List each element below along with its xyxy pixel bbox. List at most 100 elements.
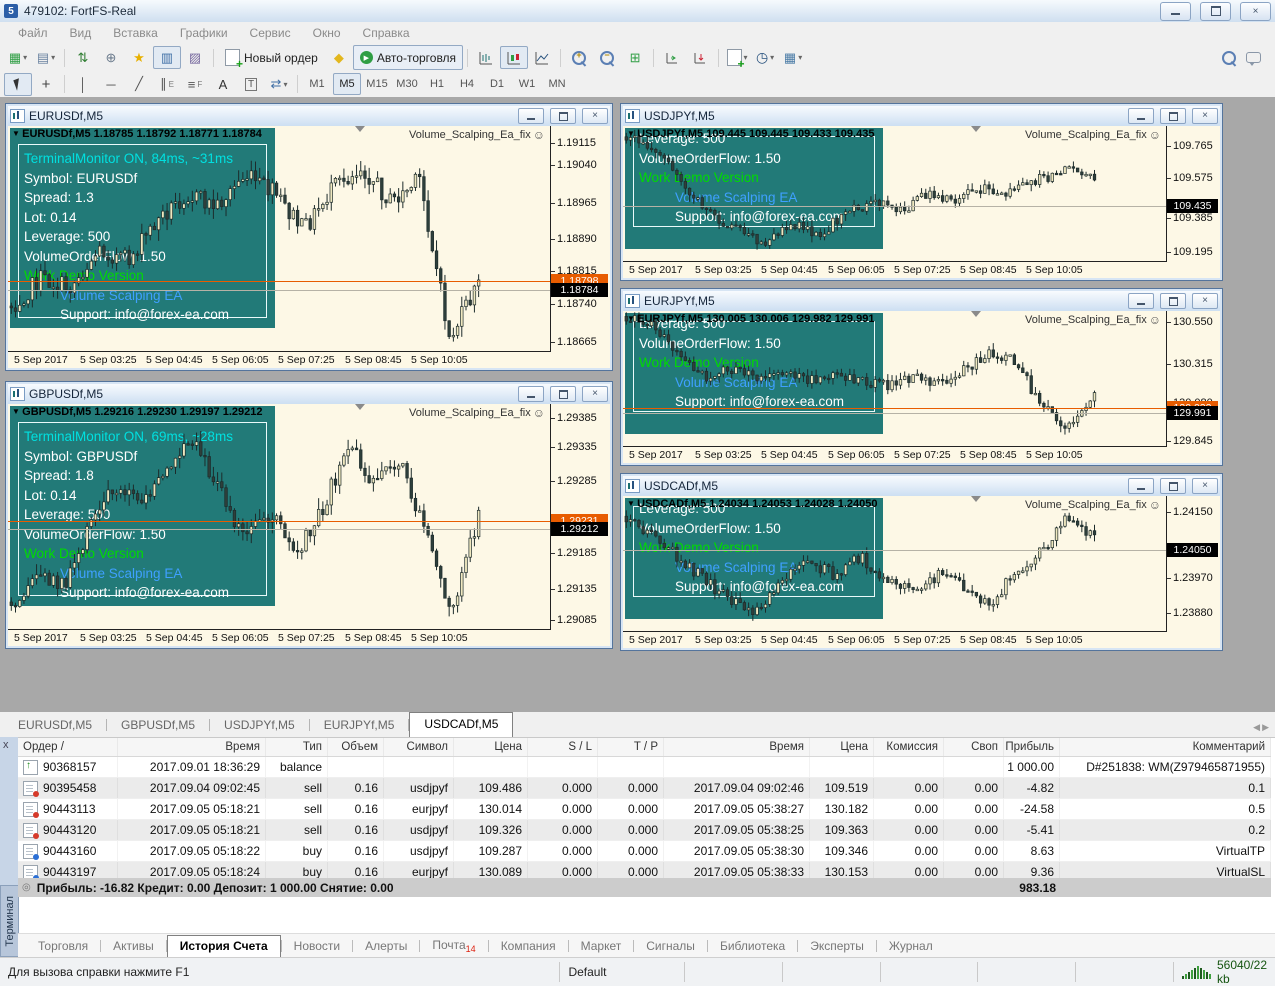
ea-label[interactable]: Volume_Scalping_Ea_fix ☺ <box>1025 313 1161 327</box>
chart-plot-gbpusdf[interactable]: TerminalMonitor ON, 69ms, ~28ms Symbol: G… <box>8 404 551 630</box>
menu-Справка[interactable]: Справка <box>353 24 420 42</box>
history-row-90368157[interactable]: 903681572017.09.01 18:36:29balance 1 000.… <box>18 757 1271 778</box>
chart-restore-button[interactable] <box>1160 478 1186 494</box>
ea-label[interactable]: Volume_Scalping_Ea_fix ☺ <box>409 406 545 420</box>
tab-scroll-left-icon[interactable]: ◀ <box>1253 722 1260 733</box>
autotrade-button[interactable]: ▶ Авто-торговля <box>352 45 464 70</box>
chart-restore-button[interactable] <box>550 386 576 402</box>
column-header[interactable]: Объем <box>328 738 384 756</box>
data-window-button[interactable]: ▨ <box>181 46 209 69</box>
zoom-out-button[interactable]: − <box>593 46 621 69</box>
chart-restore-button[interactable] <box>550 108 576 124</box>
chart-plot-usdjpyf[interactable]: Leverage: 500 VolumeOrderFlow: 1.50 Work D… <box>623 126 1167 262</box>
column-header[interactable]: T / P <box>598 738 664 756</box>
symbols-button[interactable]: ⇅ <box>69 46 97 69</box>
history-row-90443160[interactable]: 90443160 2017.09.05 05:18:22 buy 0.16 usdjpy… <box>18 841 1271 862</box>
chart-restore-button[interactable] <box>1160 293 1186 309</box>
terminal-tab-почта[interactable]: Почта14 <box>420 935 487 957</box>
tile-windows-button[interactable]: ⊞ <box>621 46 649 69</box>
menu-Вставка[interactable]: Вставка <box>103 24 168 42</box>
history-row-90443120[interactable]: 90443120 2017.09.05 05:18:21 sell 0.16 usdjp… <box>18 820 1271 841</box>
terminal-tab-эксперты[interactable]: Эксперты <box>798 936 876 956</box>
menu-Файл[interactable]: Файл <box>8 24 58 42</box>
chart-window-titlebar[interactable]: GBPUSDf,M5 × <box>8 384 610 404</box>
period-button-M1[interactable]: M1 <box>303 73 331 95</box>
chart-plot-usdcadf[interactable]: Leverage: 500 VolumeOrderFlow: 1.50 Work D… <box>623 496 1167 632</box>
market-watch-button[interactable]: ▥ <box>153 46 181 69</box>
candlestick-chart-button[interactable] <box>500 46 529 69</box>
history-row-90443113[interactable]: 90443113 2017.09.05 05:18:21 sell 0.16 eurjp… <box>18 799 1271 820</box>
line-chart-button[interactable] <box>528 46 556 69</box>
period-button-M30[interactable]: M30 <box>393 73 421 95</box>
period-button-M5[interactable]: M5 <box>333 73 361 95</box>
terminal-vertical-tab[interactable]: Терминал <box>0 885 19 957</box>
close-button[interactable]: × <box>1240 1 1271 21</box>
chart-minimize-button[interactable] <box>1128 293 1154 309</box>
ea-label[interactable]: Volume_Scalping_Ea_fix ☺ <box>1025 128 1161 142</box>
chart-minimize-button[interactable] <box>518 108 544 124</box>
trend-line-button[interactable]: ╱ <box>125 73 153 96</box>
column-header[interactable]: Время <box>118 738 266 756</box>
chart-tab-usdjpyfm5[interactable]: USDJPYf,M5 <box>210 714 309 737</box>
templates-button[interactable]: ▦ ▾ <box>779 46 807 69</box>
channel-button[interactable]: ∥ E <box>153 73 181 96</box>
chart-tab-gbpusdfm5[interactable]: GBPUSDf,M5 <box>107 714 209 737</box>
ea-label[interactable]: Volume_Scalping_Ea_fix ☺ <box>1025 498 1161 512</box>
arrows-button[interactable]: ⇄ ▾ <box>265 73 293 96</box>
chart-window-titlebar[interactable]: EURJPYf,M5 × <box>623 291 1220 311</box>
terminal-tab-библиотека[interactable]: Библиотека <box>708 936 797 956</box>
favorites-button[interactable]: ★ <box>125 46 153 69</box>
metaeditor-button[interactable]: ◆ <box>325 46 353 69</box>
period-button-H1[interactable]: H1 <box>423 73 451 95</box>
zoom-in-button[interactable]: + <box>565 46 593 69</box>
period-button-M15[interactable]: M15 <box>363 73 391 95</box>
terminal-tab-алерты[interactable]: Алерты <box>353 936 419 956</box>
history-row-90395458[interactable]: 90395458 2017.09.04 09:02:45 sell 0.16 usdjp… <box>18 778 1271 799</box>
crosshair-target-button[interactable]: ⊕ <box>97 46 125 69</box>
ea-label[interactable]: Volume_Scalping_Ea_fix ☺ <box>409 128 545 142</box>
chart-minimize-button[interactable] <box>518 386 544 402</box>
chart-tab-eurjpyfm5[interactable]: EURJPYf,M5 <box>310 714 409 737</box>
period-button-W1[interactable]: W1 <box>513 73 541 95</box>
period-button-D1[interactable]: D1 <box>483 73 511 95</box>
menu-Вид[interactable]: Вид <box>60 24 102 42</box>
terminal-tab-журнал[interactable]: Журнал <box>877 936 945 956</box>
chart-tab-usdcadfm5[interactable]: USDCADf,M5 <box>409 712 514 737</box>
tab-scroll-right-icon[interactable]: ▶ <box>1262 722 1269 733</box>
auto-scroll-button[interactable] <box>658 46 686 69</box>
text-button[interactable]: A <box>209 73 237 96</box>
menu-Окно[interactable]: Окно <box>303 24 351 42</box>
column-header[interactable]: Комиссия <box>874 738 944 756</box>
indicators-button[interactable]: + ▾ <box>723 46 751 70</box>
terminal-tab-сигналы[interactable]: Сигналы <box>634 936 707 956</box>
table-header-row[interactable]: Ордер / Время Тип Объем Символ Цена S / LT / P… <box>18 738 1271 757</box>
chart-close-button[interactable]: × <box>1192 478 1218 494</box>
new-chart-button[interactable]: ▦ ▾ <box>4 46 32 69</box>
column-header[interactable]: S / L <box>528 738 598 756</box>
vertical-line-button[interactable]: │ <box>69 73 97 96</box>
column-header[interactable]: Тип <box>266 738 328 756</box>
terminal-tab-новости[interactable]: Новости <box>282 936 352 956</box>
period-button-MN[interactable]: MN <box>543 73 571 95</box>
cursor-button[interactable] <box>4 72 32 96</box>
column-header[interactable]: Цена <box>454 738 528 756</box>
chart-minimize-button[interactable] <box>1128 478 1154 494</box>
menu-Сервис[interactable]: Сервис <box>240 24 301 42</box>
terminal-tab-история-счета[interactable]: История Счета <box>166 935 281 958</box>
column-header[interactable]: Комментарий <box>1060 738 1271 756</box>
chart-plot-eurjpyf[interactable]: Leverage: 500 VolumeOrderFlow: 1.50 Work D… <box>623 311 1167 447</box>
horizontal-line-button[interactable]: ─ <box>97 73 125 96</box>
chat-icon[interactable] <box>1246 52 1261 66</box>
chart-window-titlebar[interactable]: EURUSDf,M5 × <box>8 106 610 126</box>
chart-window-titlebar[interactable]: USDJPYf,M5 × <box>623 106 1220 126</box>
text-label-button[interactable]: T <box>237 73 265 96</box>
chart-close-button[interactable]: × <box>1192 293 1218 309</box>
status-profile[interactable]: Default <box>560 958 684 986</box>
terminal-tab-компания[interactable]: Компания <box>489 936 568 956</box>
periods-button[interactable]: ◷ ▾ <box>751 46 779 69</box>
column-header[interactable]: Своп <box>944 738 1004 756</box>
new-order-button[interactable]: + Новый ордер <box>218 45 325 70</box>
terminal-tab-маркет[interactable]: Маркет <box>569 936 634 956</box>
chart-minimize-button[interactable] <box>1128 108 1154 124</box>
chart-close-button[interactable]: × <box>582 386 608 402</box>
